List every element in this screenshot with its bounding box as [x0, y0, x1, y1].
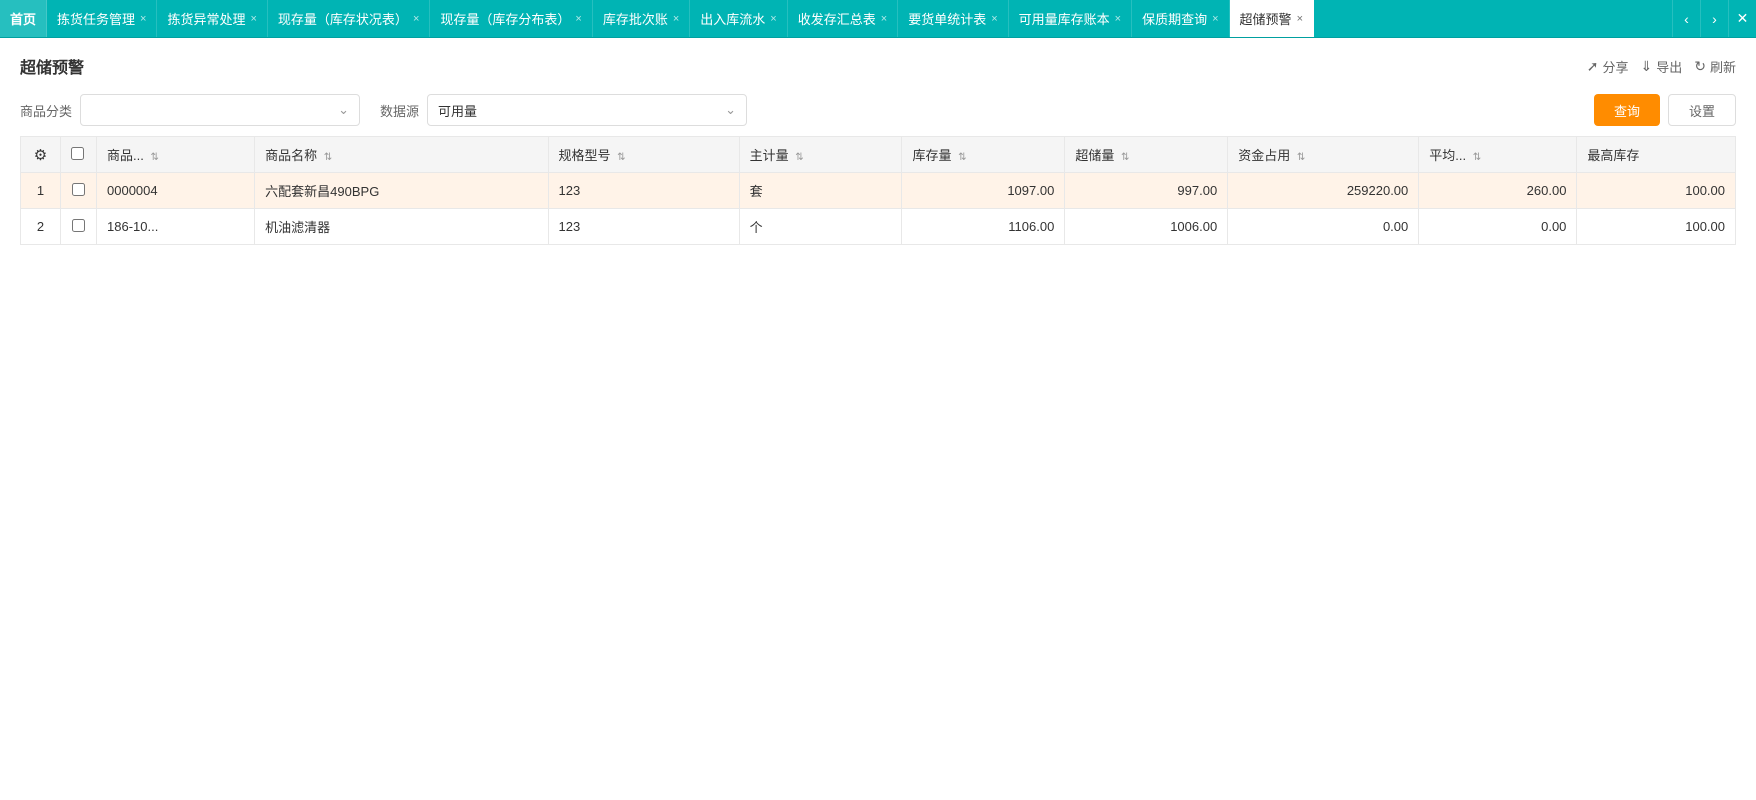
td-spec: 123 [548, 173, 739, 209]
td-stock: 1106.00 [902, 209, 1065, 245]
page-header: 超储预警 ➚ 分享 ⇓ 导出 ↻ 刷新 [20, 54, 1736, 78]
th-max-stock[interactable]: 最高库存 [1577, 137, 1736, 173]
sort-icon-avg: ⇅ [1473, 152, 1481, 163]
nav-arrows: ‹ › ✕ [1672, 0, 1756, 38]
td-unit: 套 [739, 173, 902, 209]
data-table: ⚙ 商品... ⇅ 商品名称 ⇅ 规格型号 ⇅ [20, 136, 1736, 245]
td-product-code: 0000004 [97, 173, 255, 209]
nav-tab[interactable]: 现存量（库存分布表）× [430, 0, 592, 38]
data-source-arrow-icon: ⌄ [725, 102, 736, 118]
refresh-button[interactable]: ↻ 刷新 [1694, 57, 1736, 76]
export-icon: ⇓ [1641, 58, 1653, 75]
td-avg: 0.00 [1419, 209, 1577, 245]
refresh-icon: ↻ [1694, 58, 1706, 75]
nav-tab[interactable]: 可用量库存账本× [1009, 0, 1132, 38]
th-stock[interactable]: 库存量 ⇅ [902, 137, 1065, 173]
td-capital: 0.00 [1228, 209, 1419, 245]
td-index: 2 [21, 209, 61, 245]
td-product-name: 六配套新昌490BPG [255, 173, 548, 209]
data-source-select[interactable]: 可用量 ⌄ [427, 94, 747, 126]
th-overstock[interactable]: 超储量 ⇅ [1065, 137, 1228, 173]
td-avg: 260.00 [1419, 173, 1577, 209]
data-source-label: 数据源 [380, 101, 419, 120]
row-checkbox[interactable] [72, 219, 85, 232]
close-icon[interactable]: × [770, 13, 776, 25]
share-icon: ➚ [1587, 58, 1599, 75]
th-select-all[interactable] [61, 137, 97, 173]
td-max-stock: 100.00 [1577, 209, 1736, 245]
product-category-filter: 商品分类 ⌄ [20, 94, 360, 126]
close-icon[interactable]: × [575, 13, 581, 25]
nav-tab[interactable]: 拣货异常处理× [157, 0, 267, 38]
page-content: 超储预警 ➚ 分享 ⇓ 导出 ↻ 刷新 商品分类 ⌄ 数据源 [0, 38, 1756, 800]
close-icon[interactable]: × [140, 13, 146, 25]
close-icon[interactable]: × [991, 13, 997, 25]
td-overstock: 997.00 [1065, 173, 1228, 209]
nav-home[interactable]: 首页 [0, 0, 47, 38]
nav-tab[interactable]: 要货单统计表× [898, 0, 1008, 38]
nav-tab[interactable]: 库存批次账× [593, 0, 690, 38]
nav-tab[interactable]: 出入库流水× [690, 0, 787, 38]
sort-icon-product-name: ⇅ [324, 152, 332, 163]
close-icon[interactable]: × [250, 13, 256, 25]
close-icon[interactable]: × [1297, 13, 1303, 25]
close-icon[interactable]: × [673, 13, 679, 25]
nav-tab[interactable]: 收发存汇总表× [788, 0, 898, 38]
sort-icon-product-code: ⇅ [150, 152, 158, 163]
select-all-checkbox[interactable] [71, 147, 84, 160]
product-category-arrow-icon: ⌄ [338, 102, 349, 118]
close-icon[interactable]: × [413, 13, 419, 25]
sort-icon-overstock: ⇅ [1121, 152, 1129, 163]
sort-icon-spec: ⇅ [617, 152, 625, 163]
td-product-code: 186-10... [97, 209, 255, 245]
setting-button[interactable]: 设置 [1668, 94, 1736, 126]
th-avg[interactable]: 平均... ⇅ [1419, 137, 1577, 173]
nav-tab[interactable]: 保质期查询× [1132, 0, 1229, 38]
td-checkbox[interactable] [61, 209, 97, 245]
td-max-stock: 100.00 [1577, 173, 1736, 209]
export-button[interactable]: ⇓ 导出 [1641, 57, 1683, 76]
th-spec[interactable]: 规格型号 ⇅ [548, 137, 739, 173]
td-product-name: 机油滤清器 [255, 209, 548, 245]
td-overstock: 1006.00 [1065, 209, 1228, 245]
close-icon[interactable]: × [1115, 13, 1121, 25]
header-actions: ➚ 分享 ⇓ 导出 ↻ 刷新 [1587, 57, 1736, 76]
sort-icon-stock: ⇅ [958, 152, 966, 163]
sort-icon-capital: ⇅ [1297, 152, 1305, 163]
share-button[interactable]: ➚ 分享 [1587, 57, 1629, 76]
td-stock: 1097.00 [902, 173, 1065, 209]
nav-next-button[interactable]: › [1700, 0, 1728, 38]
th-capital[interactable]: 资金占用 ⇅ [1228, 137, 1419, 173]
data-source-filter: 数据源 可用量 ⌄ [380, 94, 747, 126]
filter-row: 商品分类 ⌄ 数据源 可用量 ⌄ 查询 设置 [20, 94, 1736, 126]
row-checkbox[interactable] [72, 183, 85, 196]
td-spec: 123 [548, 209, 739, 245]
nav-tab[interactable]: 现存量（库存状况表）× [268, 0, 430, 38]
th-product-code[interactable]: 商品... ⇅ [97, 137, 255, 173]
nav-close-button[interactable]: ✕ [1728, 0, 1756, 38]
close-icon[interactable]: × [1212, 13, 1218, 25]
td-unit: 个 [739, 209, 902, 245]
table-row: 1 0000004 六配套新昌490BPG 123 套 1097.00 997.… [21, 173, 1736, 209]
td-capital: 259220.00 [1228, 173, 1419, 209]
close-icon[interactable]: × [881, 13, 887, 25]
data-source-value: 可用量 [438, 101, 477, 120]
nav-tab[interactable]: 拣货任务管理× [47, 0, 157, 38]
product-category-select[interactable]: ⌄ [80, 94, 360, 126]
page-title: 超储预警 [20, 54, 84, 78]
nav-bar: 首页 拣货任务管理×拣货异常处理×现存量（库存状况表）×现存量（库存分布表）×库… [0, 0, 1756, 38]
query-button[interactable]: 查询 [1594, 94, 1660, 126]
sort-icon-unit: ⇅ [795, 152, 803, 163]
gear-icon: ⚙ [34, 146, 47, 164]
nav-prev-button[interactable]: ‹ [1672, 0, 1700, 38]
th-gear[interactable]: ⚙ [21, 137, 61, 173]
table-row: 2 186-10... 机油滤清器 123 个 1106.00 1006.00 … [21, 209, 1736, 245]
td-checkbox[interactable] [61, 173, 97, 209]
td-index: 1 [21, 173, 61, 209]
nav-tab[interactable]: 超储预警× [1230, 0, 1314, 38]
th-product-name[interactable]: 商品名称 ⇅ [255, 137, 548, 173]
th-unit[interactable]: 主计量 ⇅ [739, 137, 902, 173]
product-category-label: 商品分类 [20, 101, 72, 120]
